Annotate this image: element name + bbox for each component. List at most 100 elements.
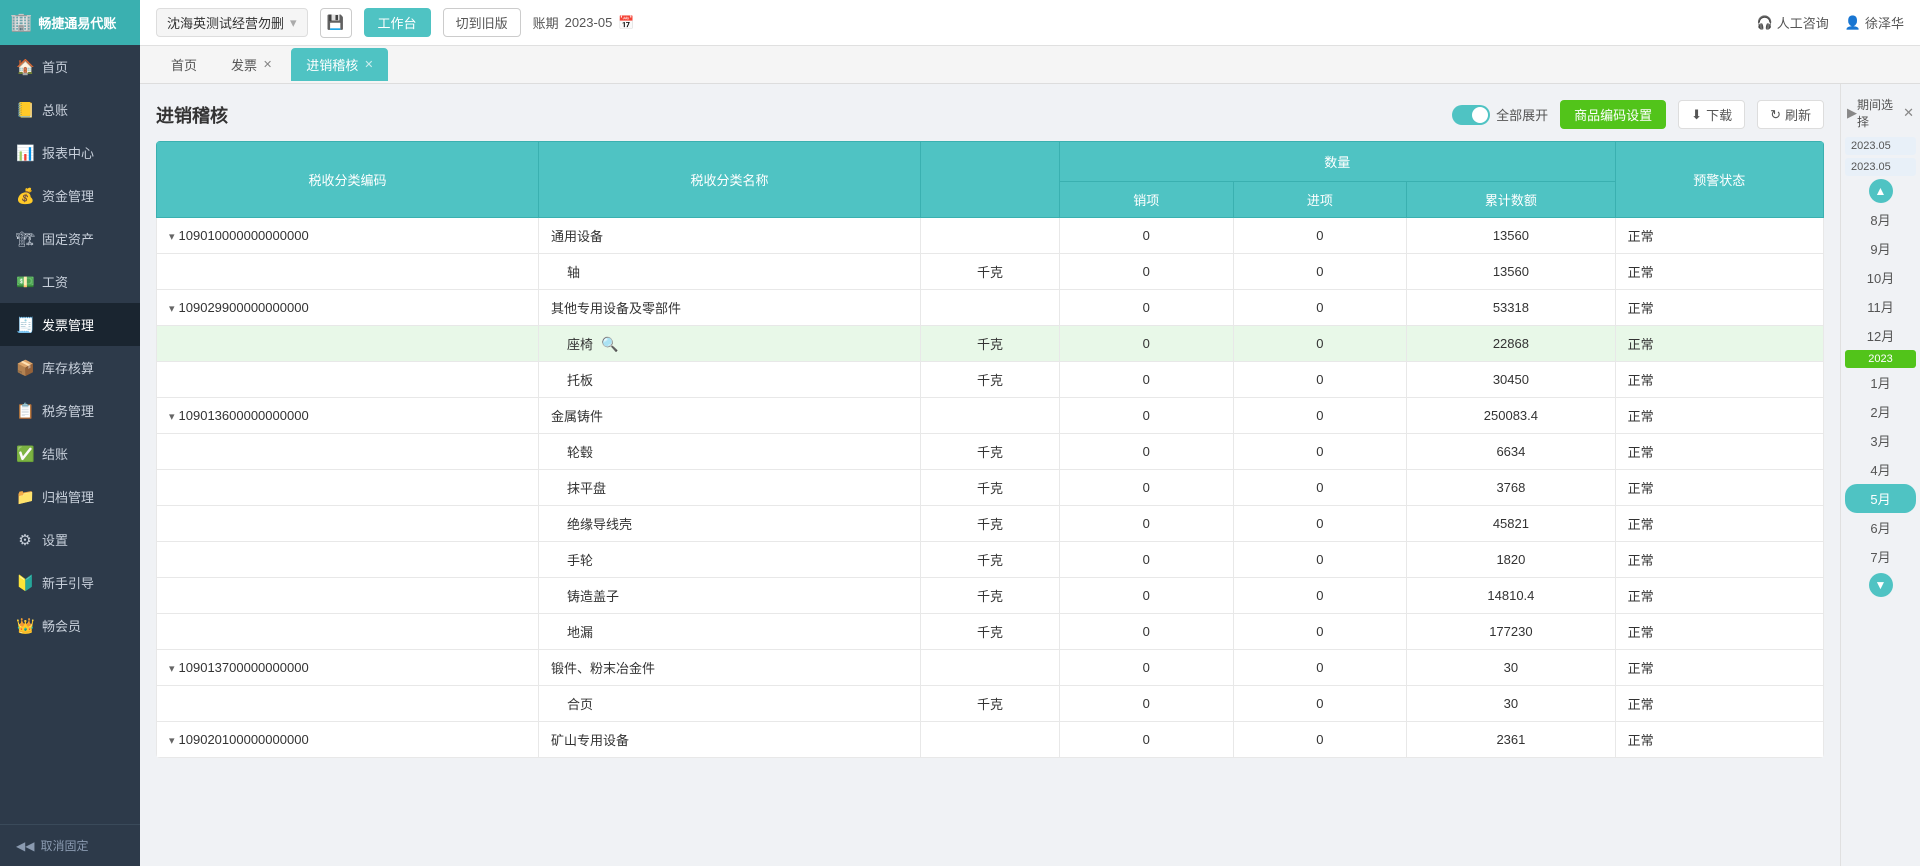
month-item[interactable]: 9月 (1845, 234, 1916, 263)
cell-sale: 0 (1059, 362, 1233, 398)
tab-reconcile-close-icon[interactable]: ✕ (364, 58, 373, 71)
refresh-button[interactable]: ↻ 刷新 (1757, 100, 1824, 129)
cell-total: 177230 (1407, 614, 1615, 650)
tab-reconcile[interactable]: 进销稽核 ✕ (291, 48, 388, 81)
cell-total: 45821 (1407, 506, 1615, 542)
calendar-icon[interactable]: 📅 (618, 15, 634, 31)
tab-invoice[interactable]: 发票 ✕ (216, 48, 287, 81)
content-area: 进销稽核 全部展开 商品编码设置 ⬇ 下载 ↻ 刷 (140, 84, 1920, 866)
month-item[interactable]: 11月 (1845, 292, 1916, 321)
sidebar-item-ledger[interactable]: 📒 总账 (0, 88, 140, 131)
user-name: 徐泽华 (1865, 13, 1904, 32)
month-item[interactable]: 2023 (1845, 350, 1916, 368)
next-arrow[interactable]: ▼ (1869, 573, 1893, 597)
sidebar-unpin[interactable]: ◀◀ 取消固定 (0, 824, 140, 866)
sidebar-item-settlement[interactable]: ✅ 结账 (0, 432, 140, 475)
sidebar-item-reports[interactable]: 📊 报表中心 (0, 131, 140, 174)
download-icon: ⬇ (1691, 107, 1702, 123)
sidebar-item-inventory[interactable]: 📦 库存核算 (0, 346, 140, 389)
cell-unit: 千克 (921, 326, 1060, 362)
expand-icon[interactable]: ▾ (169, 303, 175, 315)
sidebar-item-settings[interactable]: ⚙ 设置 (0, 518, 140, 561)
cell-sale: 0 (1059, 254, 1233, 290)
user-profile[interactable]: 👤 徐泽华 (1845, 13, 1904, 32)
unpin-label: 取消固定 (40, 837, 88, 854)
month-item[interactable]: 2月 (1845, 397, 1916, 426)
refresh-label: 刷新 (1785, 105, 1811, 124)
topbar: 沈海英测试经营勿删 ▾ 💾 工作台 切到旧版 账期 2023-05 📅 🎧 人工… (140, 0, 1920, 46)
cell-purchase: 0 (1233, 398, 1407, 434)
sidebar-item-salary[interactable]: 💵 工资 (0, 260, 140, 303)
sidebar-item-funds[interactable]: 💰 资金管理 (0, 174, 140, 217)
expand-icon[interactable]: ▾ (169, 231, 175, 243)
cell-name: 矿山专用设备 (539, 722, 921, 758)
th-name: 税收分类名称 (539, 142, 921, 218)
sidebar-item-reports-label: 报表中心 (42, 143, 94, 162)
expand-icon[interactable]: ▾ (169, 735, 175, 747)
month-item[interactable]: 3月 (1845, 426, 1916, 455)
workbench-button[interactable]: 工作台 (364, 8, 431, 37)
cell-unit (921, 218, 1060, 254)
sidebar-item-member[interactable]: 👑 畅会员 (0, 604, 140, 647)
cell-unit: 千克 (921, 578, 1060, 614)
invoice-icon: 🧾 (16, 316, 34, 334)
cell-status: 正常 (1615, 254, 1823, 290)
prev-arrow[interactable]: ▲ (1869, 179, 1893, 203)
expand-icon[interactable]: ▾ (169, 663, 175, 675)
panel-collapse-icon[interactable]: ▶ (1847, 105, 1857, 121)
tab-home[interactable]: 首页 (156, 48, 212, 81)
period-display: 账期 2023-05 📅 (533, 13, 635, 32)
sidebar-item-home-label: 首页 (42, 57, 68, 76)
expand-toggle[interactable]: 全部展开 (1452, 105, 1548, 125)
cell-code (157, 506, 539, 542)
sidebar-item-guide[interactable]: 🔰 新手引导 (0, 561, 140, 604)
expand-icon[interactable]: ▾ (169, 411, 175, 423)
cell-code: ▾109013700000000000 (157, 650, 539, 686)
app-logo: 🏢 畅捷通易代账 (0, 0, 140, 45)
toggle-track[interactable] (1452, 105, 1490, 125)
search-icon[interactable]: 🔍 (601, 336, 618, 352)
month-item[interactable]: 7月 (1845, 542, 1916, 571)
right-panel: ▶ 期间选择 ✕ 2023.05 2023.05 ▲ 8月9月10月11月12月… (1840, 84, 1920, 866)
cell-status: 正常 (1615, 578, 1823, 614)
month-item[interactable]: 5月 (1845, 484, 1916, 513)
month-item[interactable]: 8月 (1845, 205, 1916, 234)
cell-total: 53318 (1407, 290, 1615, 326)
table-row: ▾109013600000000000 金属铸件 0 0 250083.4 正常 (157, 398, 1824, 434)
cell-code (157, 470, 539, 506)
cell-sale: 0 (1059, 326, 1233, 362)
cell-code (157, 254, 539, 290)
cell-purchase: 0 (1233, 542, 1407, 578)
settings-button[interactable]: 商品编码设置 (1560, 100, 1666, 129)
cell-code: ▾109020100000000000 (157, 722, 539, 758)
save-draft-button[interactable]: 💾 (320, 8, 352, 38)
table-row: 轴 千克 0 0 13560 正常 (157, 254, 1824, 290)
company-selector[interactable]: 沈海英测试经营勿删 ▾ (156, 8, 308, 37)
cell-status: 正常 (1615, 686, 1823, 722)
switch-version-button[interactable]: 切到旧版 (443, 8, 521, 37)
tax-icon: 📋 (16, 402, 34, 420)
month-item[interactable]: 1月 (1845, 368, 1916, 397)
cell-purchase: 0 (1233, 470, 1407, 506)
cell-sale: 0 (1059, 398, 1233, 434)
cell-status: 正常 (1615, 506, 1823, 542)
month-item[interactable]: 4月 (1845, 455, 1916, 484)
panel-close-icon[interactable]: ✕ (1903, 105, 1914, 121)
table-row: 地漏 千克 0 0 177230 正常 (157, 614, 1824, 650)
download-button[interactable]: ⬇ 下载 (1678, 100, 1745, 129)
month-item[interactable]: 6月 (1845, 513, 1916, 542)
sidebar-item-tax[interactable]: 📋 税务管理 (0, 389, 140, 432)
download-label: 下载 (1706, 105, 1732, 124)
cell-unit (921, 398, 1060, 434)
sidebar-item-assets[interactable]: 🏗 固定资产 (0, 217, 140, 260)
sidebar-item-invoice[interactable]: 🧾 发票管理 (0, 303, 140, 346)
month-item[interactable]: 10月 (1845, 263, 1916, 292)
month-item[interactable]: 12月 (1845, 321, 1916, 350)
tab-invoice-close-icon[interactable]: ✕ (263, 58, 272, 71)
sidebar-item-archive[interactable]: 📁 归档管理 (0, 475, 140, 518)
page-titlebar: 进销稽核 全部展开 商品编码设置 ⬇ 下载 ↻ 刷 (156, 100, 1824, 129)
sidebar-item-home[interactable]: 🏠 首页 (0, 45, 140, 88)
help-button[interactable]: 🎧 人工咨询 (1757, 13, 1829, 32)
cell-purchase: 0 (1233, 290, 1407, 326)
cell-code (157, 326, 539, 362)
